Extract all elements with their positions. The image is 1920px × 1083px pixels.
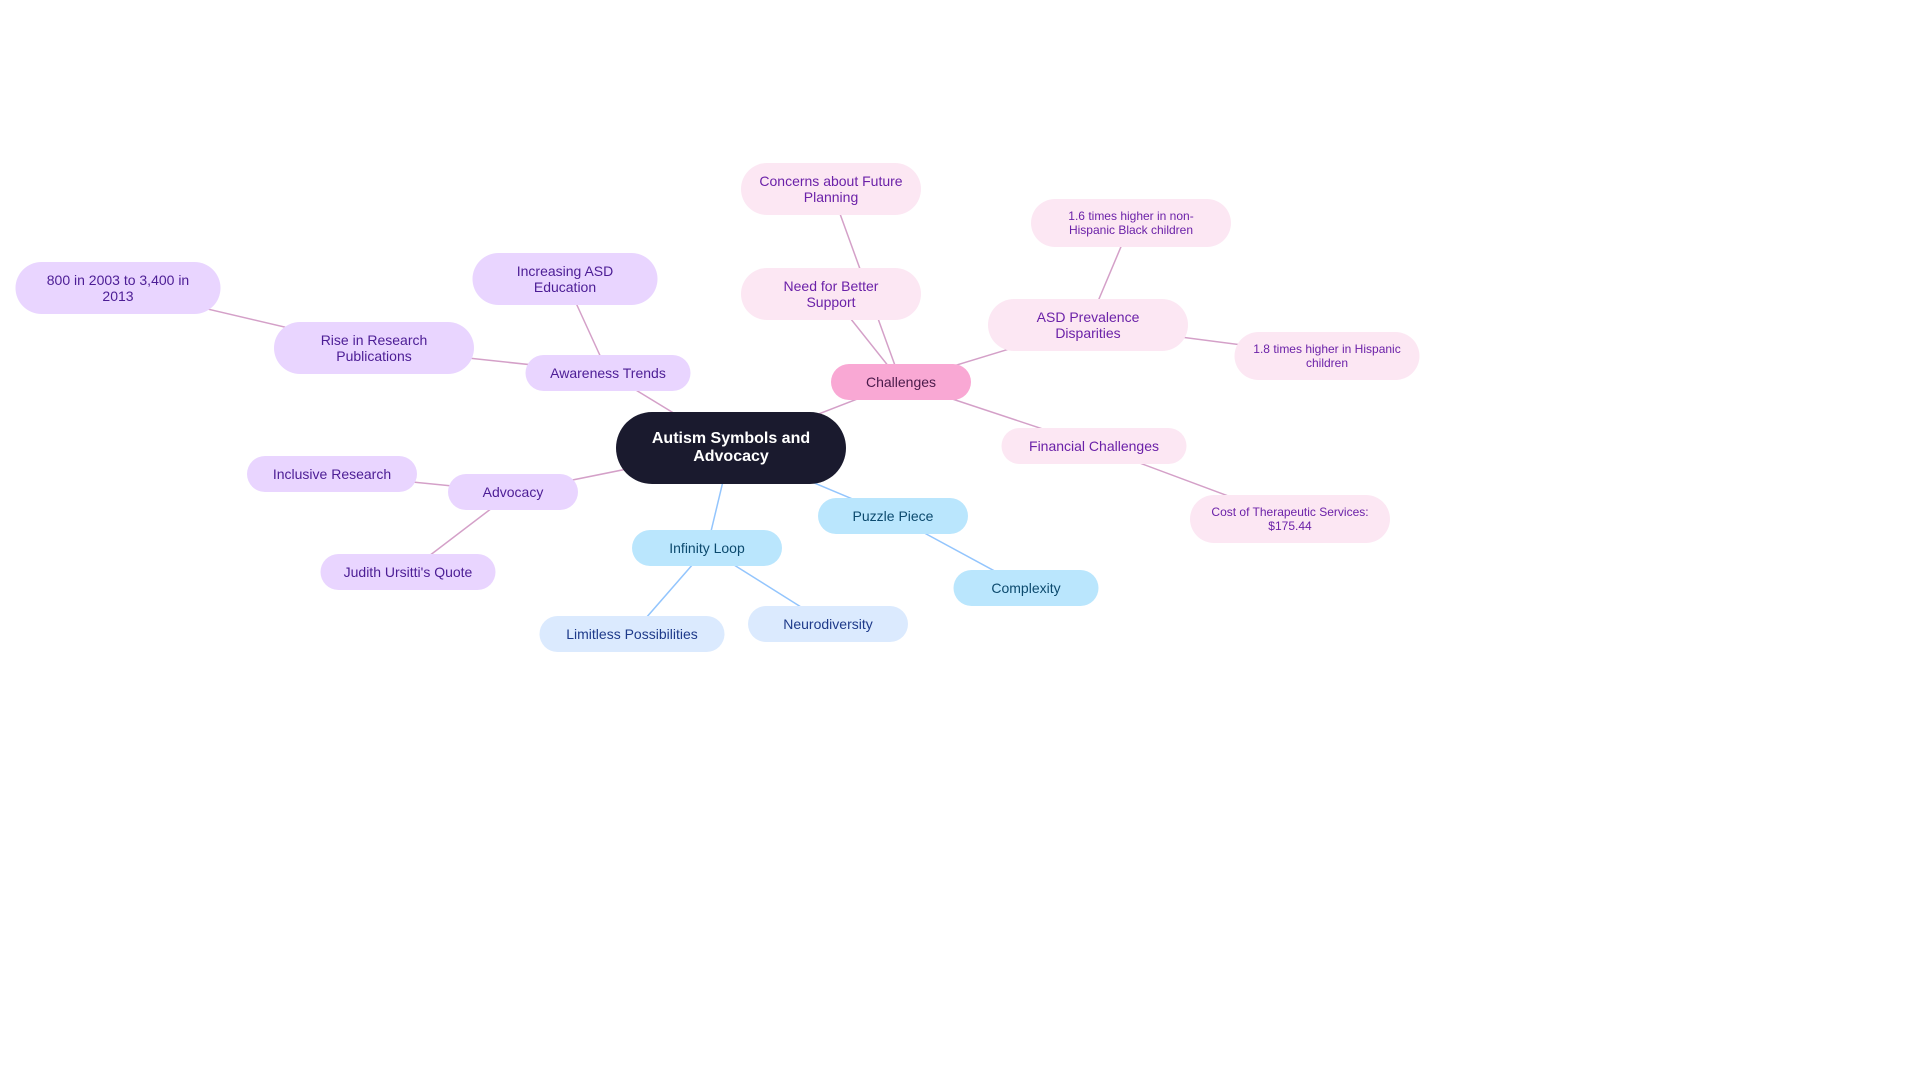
node-inclusive-research[interactable]: Inclusive Research	[247, 456, 417, 492]
node-awareness-trends[interactable]: Awareness Trends	[526, 355, 691, 391]
node-complexity[interactable]: Complexity	[954, 570, 1099, 606]
node-financial-challenges[interactable]: Financial Challenges	[1002, 428, 1187, 464]
center-node[interactable]: Autism Symbols and Advocacy	[616, 412, 846, 484]
node-800-to-3400[interactable]: 800 in 2003 to 3,400 in 2013	[16, 262, 221, 314]
node-concerns-future[interactable]: Concerns about Future Planning	[741, 163, 921, 215]
node-puzzle-piece[interactable]: Puzzle Piece	[818, 498, 968, 534]
node-asd-prevalence[interactable]: ASD Prevalence Disparities	[988, 299, 1188, 351]
node-cost-therapeutic[interactable]: Cost of Therapeutic Services: $175.44	[1190, 495, 1390, 543]
node-non-hispanic-black[interactable]: 1.6 times higher in non-Hispanic Black c…	[1031, 199, 1231, 247]
mindmap-canvas: Autism Symbols and Advocacy Challenges Con…	[0, 0, 1920, 1083]
connections-svg	[0, 0, 1920, 1083]
node-challenges[interactable]: Challenges	[831, 364, 971, 400]
node-increasing-asd[interactable]: Increasing ASD Education	[473, 253, 658, 305]
node-neurodiversity[interactable]: Neurodiversity	[748, 606, 908, 642]
node-limitless[interactable]: Limitless Possibilities	[540, 616, 725, 652]
node-rise-research[interactable]: Rise in Research Publications	[274, 322, 474, 374]
node-need-better-support[interactable]: Need for Better Support	[741, 268, 921, 320]
node-infinity-loop[interactable]: Infinity Loop	[632, 530, 782, 566]
node-advocacy[interactable]: Advocacy	[448, 474, 578, 510]
node-judith-quote[interactable]: Judith Ursitti's Quote	[321, 554, 496, 590]
node-hispanic[interactable]: 1.8 times higher in Hispanic children	[1235, 332, 1420, 380]
